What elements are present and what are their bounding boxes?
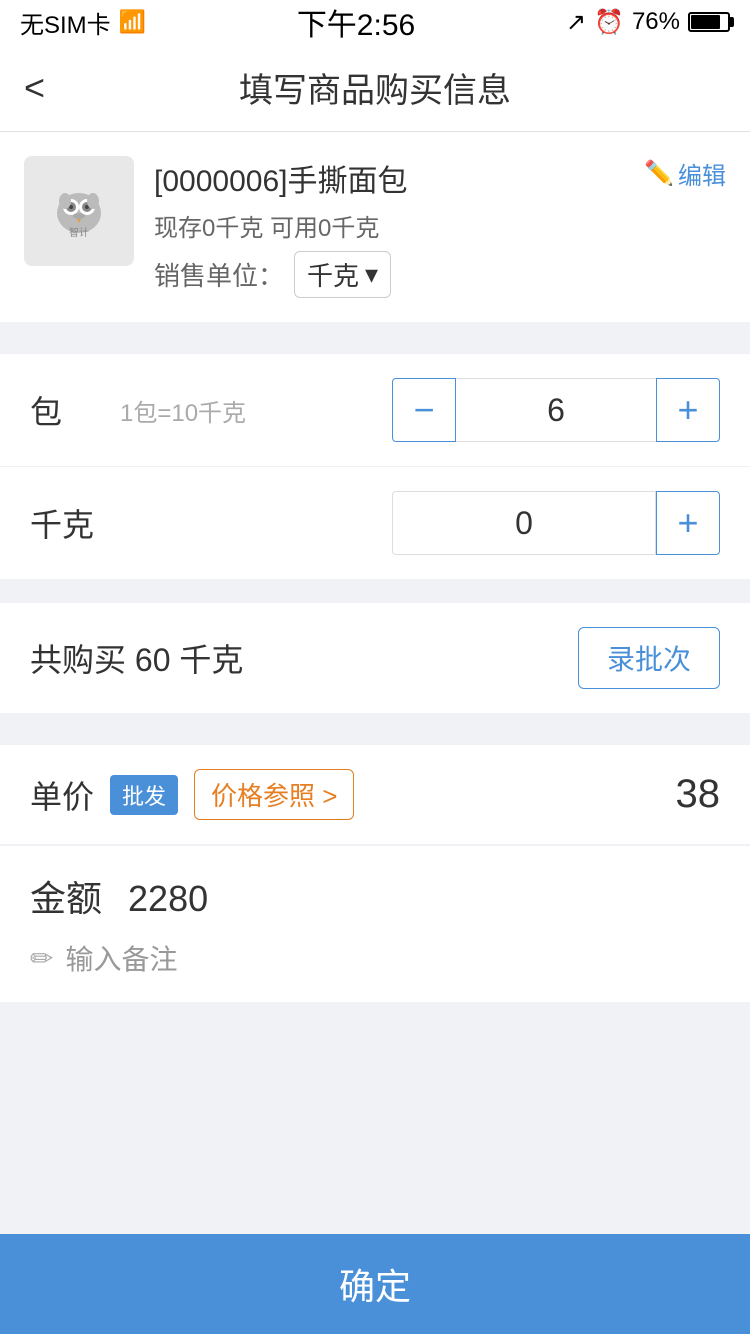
quantity-control-bao: − +: [392, 378, 720, 442]
back-button[interactable]: <: [24, 67, 45, 109]
product-card: 智计 [0000006]手撕面包 ✏️ 编辑 现存0千克 可用0千克 销售单位：…: [0, 132, 750, 322]
product-info: [0000006]手撕面包 ✏️ 编辑 现存0千克 可用0千克 销售单位： 千克…: [154, 156, 726, 298]
qty-plus-bao[interactable]: +: [656, 378, 720, 442]
svg-text:智计: 智计: [69, 226, 89, 239]
price-section: 单价 批发 价格参照 > 38: [0, 745, 750, 844]
unit-select[interactable]: 千克 ▾: [294, 251, 391, 298]
quantity-section: 包 1包=10千克 − + 千克 +: [0, 354, 750, 579]
status-time: 下午2:56: [297, 0, 415, 44]
price-label: 单价: [30, 772, 94, 818]
location-icon: ↗: [566, 8, 586, 37]
qty-plus-kg[interactable]: +: [656, 491, 720, 555]
product-stock: 现存0千克 可用0千克: [154, 208, 726, 243]
quantity-control-kg: +: [392, 491, 720, 555]
separator-2: [0, 713, 750, 729]
quantity-row-kg: 千克 +: [0, 467, 750, 579]
separator-1: [0, 338, 750, 354]
status-left: 无SIM卡 📶: [20, 5, 146, 40]
battery-percent: 76%: [632, 8, 680, 36]
product-name: [0000006]手撕面包: [154, 156, 407, 200]
qty-label-bao: 包: [30, 387, 110, 433]
qty-input-kg[interactable]: [392, 491, 656, 555]
wifi-icon: 📶: [119, 9, 146, 35]
price-ref-label: 价格参照 >: [211, 776, 337, 813]
amount-value: 2280: [128, 878, 208, 919]
pencil-icon: ✏: [30, 942, 53, 975]
unit-label: 销售单位：: [154, 256, 284, 293]
qty-input-bao[interactable]: [456, 378, 656, 442]
edit-button[interactable]: ✏️ 编辑: [644, 156, 726, 191]
chevron-down-icon: ▾: [365, 259, 378, 290]
nav-bar: < 填写商品购买信息: [0, 44, 750, 132]
qty-minus-bao[interactable]: −: [392, 378, 456, 442]
qty-hint-bao: 1包=10千克: [120, 393, 392, 428]
qty-label-kg: 千克: [30, 500, 110, 546]
alarm-icon: ⏰: [594, 8, 624, 37]
amount-row: 金额 2280: [30, 870, 720, 922]
page-title: 填写商品购买信息: [239, 63, 511, 112]
status-bar: 无SIM卡 📶 下午2:56 ↗ ⏰ 76%: [0, 0, 750, 44]
amount-label: 金额: [30, 878, 102, 919]
product-thumbnail: 智计: [24, 156, 134, 266]
owl-logo: 智计: [49, 181, 109, 241]
confirm-button[interactable]: 确定: [0, 1234, 750, 1334]
product-unit-row: 销售单位： 千克 ▾: [154, 251, 726, 298]
status-right: ↗ ⏰ 76%: [566, 8, 730, 37]
price-ref-button[interactable]: 价格参照 >: [194, 769, 354, 820]
battery-icon: [688, 12, 730, 32]
summary-text: 共购买 60 千克: [30, 635, 243, 681]
batch-button[interactable]: 录批次: [578, 627, 720, 689]
edit-icon: ✏️: [644, 159, 674, 188]
remark-placeholder: 输入备注: [65, 938, 177, 978]
amount-section: 金额 2280 ✏ 输入备注: [0, 846, 750, 1002]
summary-row: 共购买 60 千克 录批次: [0, 595, 750, 713]
price-value: 38: [676, 772, 721, 817]
quantity-row-bao: 包 1包=10千克 − +: [0, 354, 750, 467]
remark-row[interactable]: ✏ 输入备注: [30, 938, 720, 978]
price-tag: 批发: [110, 775, 178, 815]
carrier-label: 无SIM卡: [20, 5, 111, 40]
